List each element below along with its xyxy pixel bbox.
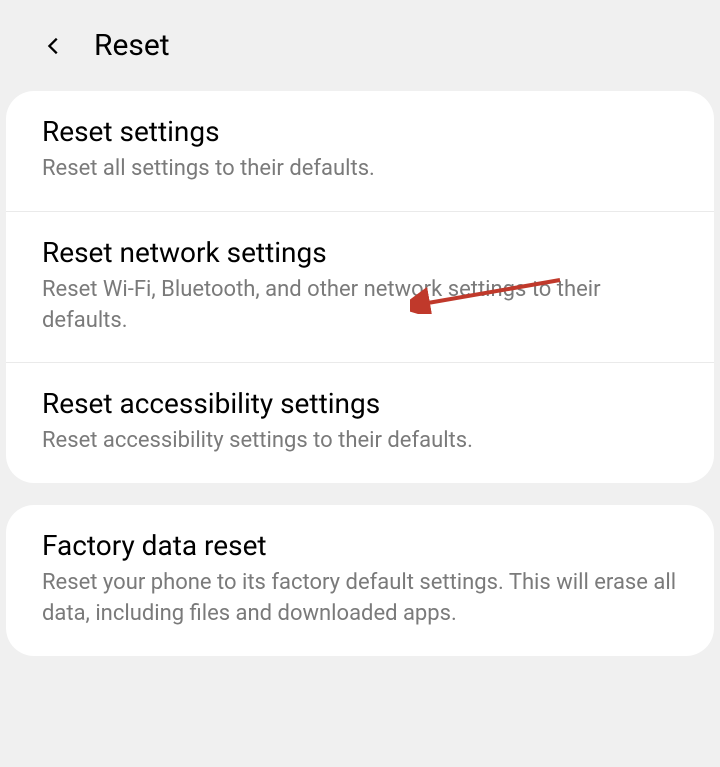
item-description: Reset all settings to their defaults. [42,154,678,185]
item-description: Reset your phone to its factory default … [42,568,678,630]
item-title: Reset settings [42,115,678,148]
reset-accessibility-settings-item[interactable]: Reset accessibility settings Reset acces… [6,363,714,483]
header: Reset [0,0,720,91]
factory-data-reset-item[interactable]: Factory data reset Reset your phone to i… [6,505,714,656]
item-description: Reset Wi-Fi, Bluetooth, and other networ… [42,275,678,337]
settings-group-1: Reset settings Reset all settings to the… [6,91,714,483]
item-title: Factory data reset [42,529,678,562]
item-title: Reset network settings [42,236,678,269]
back-icon[interactable] [42,34,66,58]
reset-network-settings-item[interactable]: Reset network settings Reset Wi-Fi, Blue… [6,212,714,364]
page-title: Reset [94,28,170,63]
settings-group-2: Factory data reset Reset your phone to i… [6,505,714,656]
item-title: Reset accessibility settings [42,387,678,420]
item-description: Reset accessibility settings to their de… [42,426,678,457]
reset-settings-item[interactable]: Reset settings Reset all settings to the… [6,91,714,212]
